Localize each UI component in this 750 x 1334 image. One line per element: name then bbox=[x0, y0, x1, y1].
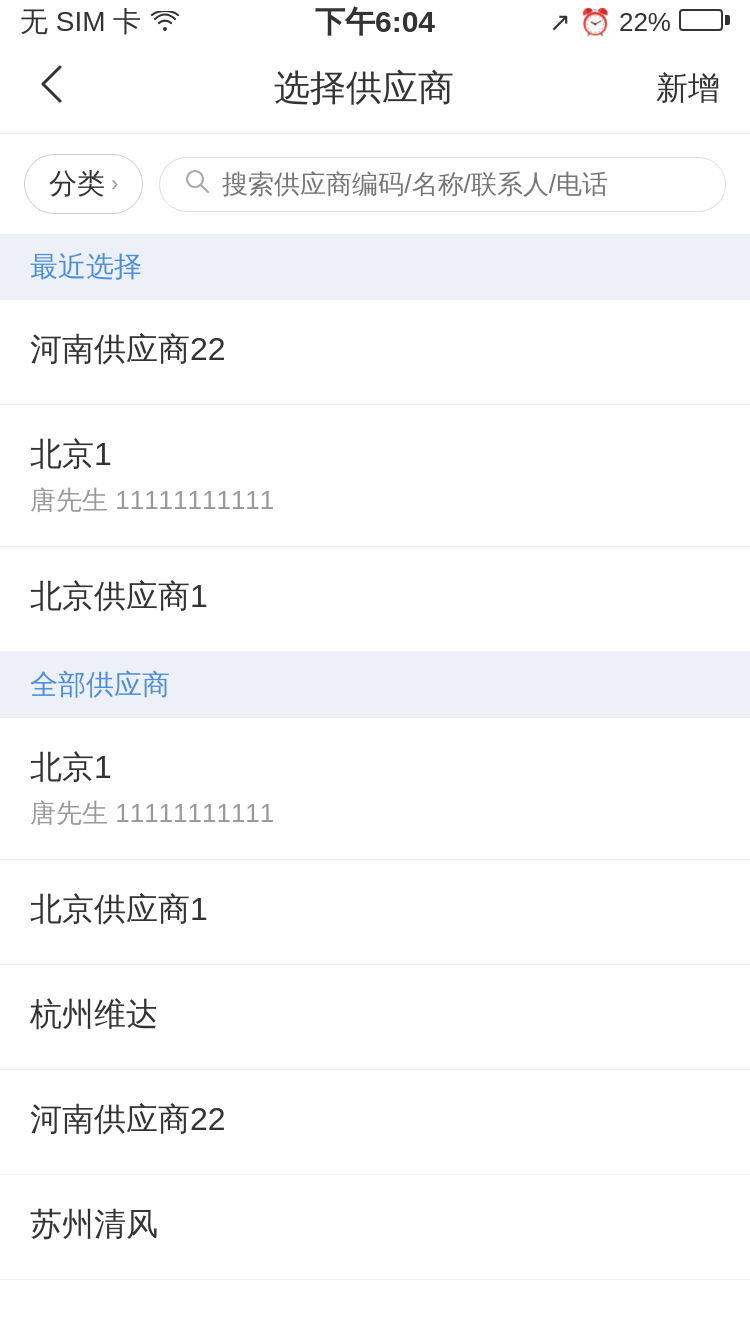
svg-line-1 bbox=[201, 185, 208, 192]
item-name: 北京1 bbox=[30, 746, 720, 790]
list-item[interactable]: 北京供应商1 bbox=[0, 860, 750, 965]
status-time: 下午6:04 bbox=[315, 2, 435, 43]
chevron-right-icon: › bbox=[111, 171, 118, 197]
item-name: 河南供应商22 bbox=[30, 1098, 720, 1142]
filter-bar: 分类 › bbox=[0, 134, 750, 234]
wifi-icon bbox=[151, 6, 179, 38]
item-name: 杭州维达 bbox=[30, 993, 720, 1037]
list-item[interactable]: 苏州清风 bbox=[0, 1175, 750, 1280]
all-list: 北京1 唐先生 11111111111 北京供应商1 杭州维达河南供应商22 苏州清风 bbox=[0, 718, 750, 1280]
item-name: 北京供应商1 bbox=[30, 575, 720, 619]
item-sub: 唐先生 11111111111 bbox=[30, 483, 720, 518]
category-label: 分类 bbox=[49, 165, 105, 203]
search-box[interactable] bbox=[159, 157, 726, 212]
search-input[interactable] bbox=[222, 169, 701, 200]
list-item[interactable]: 北京供应商1 bbox=[0, 547, 750, 652]
recent-section-header: 最近选择 bbox=[0, 234, 750, 300]
all-section-header: 全部供应商 bbox=[0, 652, 750, 718]
search-icon bbox=[184, 168, 210, 201]
recent-list: 河南供应商22 北京1 唐先生 11111111111 北京供应商1 bbox=[0, 300, 750, 652]
status-bar: 无 SIM 卡 下午6:04 ↗ ⏰ 22% bbox=[0, 0, 750, 44]
status-right: ↗ ⏰ 22% bbox=[549, 7, 730, 38]
list-item[interactable]: 河南供应商22 bbox=[0, 1070, 750, 1175]
list-item[interactable]: 北京1 唐先生 11111111111 bbox=[0, 405, 750, 547]
item-name: 北京供应商1 bbox=[30, 888, 720, 932]
item-name: 河南供应商22 bbox=[30, 328, 720, 372]
location-icon: ↗ bbox=[549, 7, 571, 38]
list-item[interactable]: 杭州维达 bbox=[0, 965, 750, 1070]
add-button[interactable]: 新增 bbox=[656, 67, 720, 111]
back-button[interactable] bbox=[30, 55, 72, 122]
battery-icon bbox=[679, 7, 730, 38]
category-button[interactable]: 分类 › bbox=[24, 154, 143, 214]
status-left: 无 SIM 卡 bbox=[20, 3, 179, 41]
alarm-icon: ⏰ bbox=[579, 7, 611, 38]
battery-label: 22% bbox=[619, 7, 671, 38]
item-name: 北京1 bbox=[30, 433, 720, 477]
list-item[interactable]: 河南供应商22 bbox=[0, 300, 750, 405]
item-name: 苏州清风 bbox=[30, 1203, 720, 1247]
carrier-label: 无 SIM 卡 bbox=[20, 3, 141, 41]
item-sub: 唐先生 11111111111 bbox=[30, 796, 720, 831]
list-item[interactable]: 北京1 唐先生 11111111111 bbox=[0, 718, 750, 860]
nav-bar: 选择供应商 新增 bbox=[0, 44, 750, 134]
page-title: 选择供应商 bbox=[274, 64, 454, 113]
